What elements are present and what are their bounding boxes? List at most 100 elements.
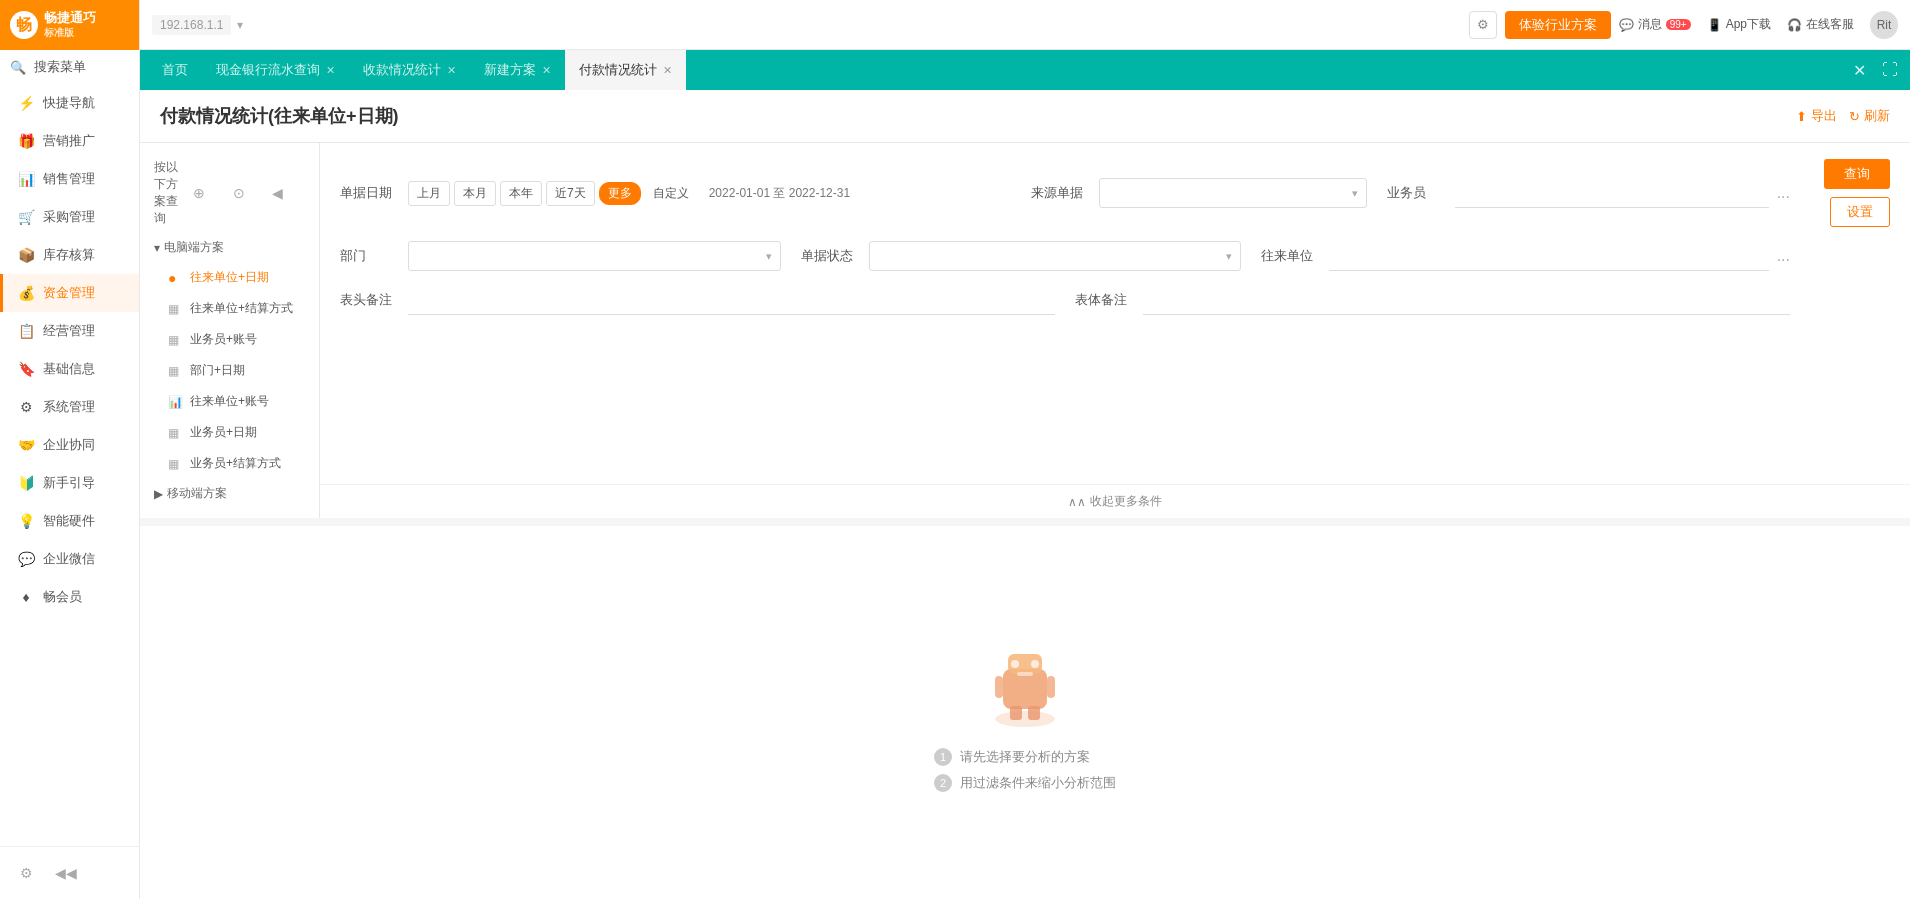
tip-num-1: 1 <box>934 748 952 766</box>
page-area: 付款情况统计(往来单位+日期) ⬆ 导出 ↻ 刷新 按以下方案查询 ⊕ ⊙ <box>140 90 1910 899</box>
refresh-btn[interactable]: ↻ 刷新 <box>1849 107 1890 125</box>
staff-input[interactable] <box>1455 178 1769 208</box>
sidebar-search[interactable]: 🔍 搜索菜单 <box>0 50 139 84</box>
tab-close-cashflow[interactable]: ✕ <box>326 64 335 77</box>
scheme-item-dept_date[interactable]: ▦部门+日期 <box>140 355 319 386</box>
sidebar-item-system[interactable]: ⚙系统管理 <box>0 388 139 426</box>
date-last-month-btn[interactable]: 上月 <box>408 181 450 206</box>
tab-payment_stats[interactable]: 付款情况统计✕ <box>565 50 686 90</box>
scheme-mobile-label: 移动端方案 <box>167 485 227 502</box>
unit-ellipsis[interactable]: ... <box>1777 247 1790 265</box>
logo-name: 畅捷通巧 <box>44 10 96 26</box>
app-download-btn[interactable]: 📱 App下载 <box>1707 16 1771 33</box>
filter-settings-btn[interactable]: 设置 <box>1830 197 1890 227</box>
nav-icon-enterprise: 🤝 <box>17 437 35 453</box>
scheme-desktop-group[interactable]: ▾ 电脑端方案 <box>140 233 319 262</box>
sidebar-item-inventory[interactable]: 📦库存核算 <box>0 236 139 274</box>
export-btn[interactable]: ⬆ 导出 <box>1796 107 1837 125</box>
tab-new_scheme[interactable]: 新建方案✕ <box>470 50 565 90</box>
date-custom-btn[interactable]: 自定义 <box>645 182 697 205</box>
scheme-item-staff_date[interactable]: ▦业务员+日期 <box>140 417 319 448</box>
source-select[interactable]: ▾ <box>1099 178 1367 208</box>
doc-status-select[interactable]: ▾ <box>869 241 1242 271</box>
tab-close-payment_stats[interactable]: ✕ <box>663 64 672 77</box>
tab-close-new_scheme[interactable]: ✕ <box>542 64 551 77</box>
topbar-settings-btn[interactable]: ⚙ <box>1469 11 1497 39</box>
page-header: 付款情况统计(往来单位+日期) ⬆ 导出 ↻ 刷新 <box>140 90 1910 143</box>
collapse-more-btn[interactable]: ∧∧ 收起更多条件 <box>320 484 1910 518</box>
filter-row-1: 单据日期 上月 本月 本年 近7天 更多 自定义 2022-01-01 至 20… <box>340 159 1890 227</box>
page-title: 付款情况统计(往来单位+日期) <box>160 104 399 128</box>
user-avatar[interactable]: Rit <box>1870 11 1898 39</box>
sidebar-item-vip[interactable]: ♦畅会员 <box>0 578 139 616</box>
nav-icon-basic: 🔖 <box>17 361 35 377</box>
scheme-label-staff_account: 业务员+账号 <box>190 331 257 348</box>
service-icon: 🎧 <box>1787 18 1802 32</box>
tab-label-receivables: 收款情况统计 <box>363 61 441 79</box>
scheme-add-btn[interactable]: ⊕ <box>193 185 226 201</box>
tab-label-cashflow: 现金银行流水查询 <box>216 61 320 79</box>
tabbar-close-btn[interactable]: ✕ <box>1849 59 1870 82</box>
sidebar-item-purchase[interactable]: 🛒采购管理 <box>0 198 139 236</box>
sidebar-item-hardware[interactable]: 💡智能硬件 <box>0 502 139 540</box>
svg-rect-8 <box>1010 706 1022 720</box>
sidebar-item-sales[interactable]: 📊销售管理 <box>0 160 139 198</box>
scheme-mobile-group[interactable]: ▶ 移动端方案 <box>140 479 319 508</box>
date-7days-btn[interactable]: 近7天 <box>546 181 595 206</box>
tab-close-receivables[interactable]: ✕ <box>447 64 456 77</box>
scheme-item-unit_account[interactable]: 📊往来单位+账号 <box>140 386 319 417</box>
scheme-item-unit_settle[interactable]: ▦往来单位+结算方式 <box>140 293 319 324</box>
table-header-input[interactable] <box>408 285 1055 315</box>
staff-ellipsis[interactable]: ... <box>1777 184 1790 202</box>
collapse-label: 收起更多条件 <box>1090 493 1162 510</box>
app-icon: 📱 <box>1707 18 1722 32</box>
sidebar-item-fund[interactable]: 💰资金管理 <box>0 274 139 312</box>
scheme-item-unit_date[interactable]: ●往来单位+日期 <box>140 262 319 293</box>
nav-label-basic: 基础信息 <box>43 360 95 378</box>
source-field: 来源单据 ▾ <box>1031 178 1367 208</box>
scheme-item-staff_account[interactable]: ▦ 业务员+账号 <box>140 324 319 355</box>
online-service-label: 在线客服 <box>1806 16 1854 33</box>
sidebar-item-enterprise[interactable]: 🤝 企业协同 <box>0 426 139 464</box>
trial-btn[interactable]: 体验行业方案 <box>1505 11 1611 39</box>
nav-label-enterprise: 企业协同 <box>43 436 95 454</box>
nav-icon-vip: ♦ <box>17 589 35 605</box>
settings-bottom-btn[interactable]: ⚙ <box>10 857 42 889</box>
nav-label-inventory: 库存核算 <box>43 246 95 264</box>
empty-tip-2: 2 用过滤条件来缩小分析范围 <box>934 774 1116 792</box>
scheme-collapse-btn[interactable]: ◀ <box>272 185 305 201</box>
messages-btn[interactable]: 💬 消息 99+ <box>1619 16 1691 33</box>
sidebar-item-basic[interactable]: 🔖 基础信息 <box>0 350 139 388</box>
filter-form-container: 单据日期 上月 本月 本年 近7天 更多 自定义 2022-01-01 至 20… <box>320 143 1910 518</box>
dept-field: 部门 ▾ <box>340 241 781 271</box>
online-service-btn[interactable]: 🎧 在线客服 <box>1787 16 1854 33</box>
scheme-label-staff_date: 业务员+日期 <box>190 424 257 441</box>
filter-area: 按以下方案查询 ⊕ ⊙ ◀ ▾ 电脑端方案 ●往来单位+日期▦往来单位+结算方式… <box>140 143 1910 518</box>
date-more-btn[interactable]: 更多 <box>599 182 641 205</box>
scheme-icon-unit_settle: ▦ <box>168 302 184 316</box>
table-body-input[interactable] <box>1143 285 1790 315</box>
date-label: 单据日期 <box>340 184 400 202</box>
collapse-bottom-btn[interactable]: ◀◀ <box>50 857 82 889</box>
sidebar-item-wechat[interactable]: 💬企业微信 <box>0 540 139 578</box>
scheme-item-staff_settle[interactable]: ▦业务员+结算方式 <box>140 448 319 479</box>
sidebar-item-marketing[interactable]: 🎁营销推广 <box>0 122 139 160</box>
table-header-label: 表头备注 <box>340 291 400 309</box>
unit-input[interactable] <box>1329 241 1768 271</box>
unit-field: 往来单位 ... <box>1261 241 1790 271</box>
sidebar-item-operations[interactable]: 📋经营管理 <box>0 312 139 350</box>
tab-receivables[interactable]: 收款情况统计 ✕ <box>349 50 470 90</box>
tab-home[interactable]: 首页 <box>148 50 202 90</box>
sidebar-item-quicknav[interactable]: ⚡快捷导航 <box>0 84 139 122</box>
nav-label-marketing: 营销推广 <box>43 132 95 150</box>
scheme-setting-btn[interactable]: ⊙ <box>233 185 266 201</box>
query-btn[interactable]: 查询 <box>1824 159 1890 189</box>
tab-cashflow[interactable]: 现金银行流水查询 ✕ <box>202 50 349 90</box>
doc-status-field: 单据状态 ▾ <box>801 241 1242 271</box>
date-this-month-btn[interactable]: 本月 <box>454 181 496 206</box>
scheme-icon-staff_account: ▦ <box>168 333 184 347</box>
dept-select[interactable]: ▾ <box>408 241 781 271</box>
date-this-year-btn[interactable]: 本年 <box>500 181 542 206</box>
sidebar-item-guide[interactable]: 🔰新手引导 <box>0 464 139 502</box>
tabbar-expand-btn[interactable]: ⛶ <box>1878 59 1902 81</box>
